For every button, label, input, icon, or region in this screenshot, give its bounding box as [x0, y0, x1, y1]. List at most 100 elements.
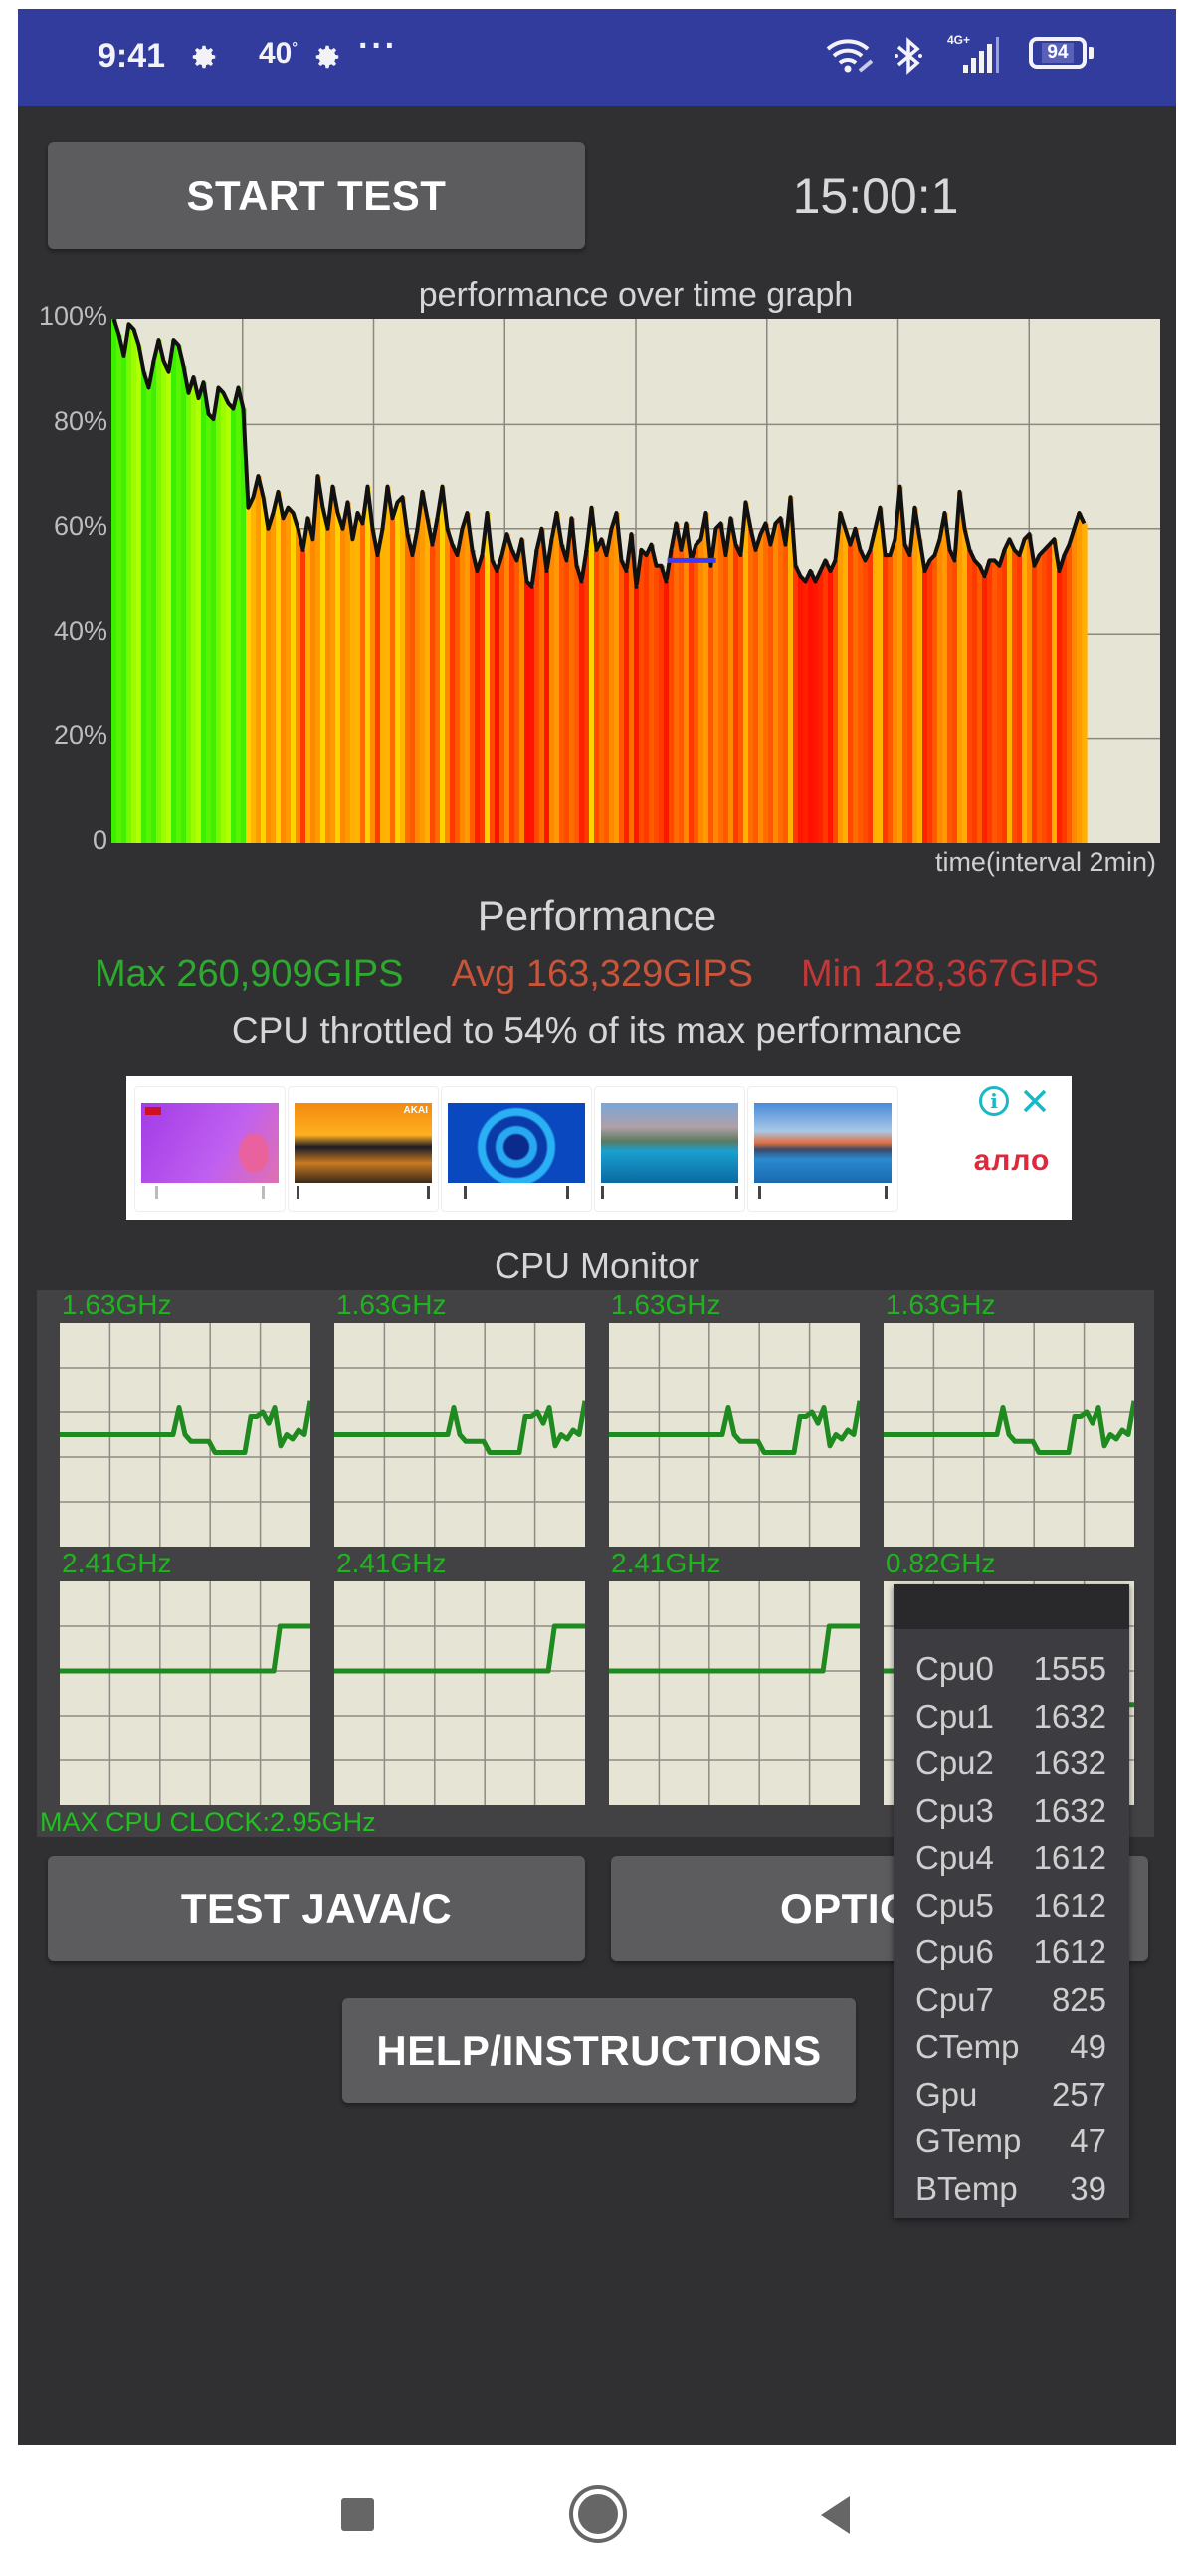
performance-bar — [201, 382, 207, 843]
performance-bar — [1027, 534, 1033, 843]
overlay-row-value: 1632 — [1033, 1791, 1106, 1829]
performance-bar — [962, 528, 968, 843]
performance-bar — [977, 565, 983, 843]
overlay-row-label: BTemp — [915, 2169, 1018, 2207]
performance-bar — [768, 544, 774, 843]
performance-bar — [967, 549, 973, 843]
overlay-row-value: 257 — [1051, 2075, 1106, 2113]
performance-bar — [808, 570, 814, 843]
core-frequency-line — [60, 1623, 310, 1674]
core-graph — [334, 1581, 585, 1805]
overlay-drag-handle[interactable] — [894, 1584, 1129, 1629]
graph-title: performance over time graph — [418, 276, 854, 314]
back-icon[interactable] — [821, 2496, 850, 2534]
performance-bar — [689, 560, 695, 843]
performance-bar — [863, 560, 869, 843]
performance-bar — [883, 555, 889, 843]
core-graph — [609, 1323, 860, 1547]
overlay-row-label: Cpu4 — [915, 1839, 994, 1876]
performance-bar — [629, 534, 635, 843]
performance-bar — [1042, 549, 1048, 843]
performance-heading: Performance — [477, 892, 717, 939]
close-icon[interactable] — [1022, 1088, 1048, 1114]
overlay-row-label: Cpu2 — [915, 1745, 994, 1781]
overlay-row-value: 1632 — [1033, 1697, 1106, 1735]
performance-bar — [858, 549, 864, 843]
performance-bar — [166, 371, 172, 843]
performance-bar — [445, 528, 451, 843]
performance-bar — [176, 345, 182, 843]
ad-product[interactable] — [747, 1086, 898, 1212]
avg-performance: Avg 163,329GIPS — [451, 953, 754, 995]
performance-bar — [470, 549, 476, 843]
overlay-row-label: Cpu5 — [915, 1886, 994, 1924]
performance-bar — [519, 539, 525, 843]
recents-icon[interactable] — [341, 2498, 374, 2531]
performance-bar — [942, 512, 948, 843]
performance-bar — [798, 576, 804, 843]
performance-bar — [335, 512, 341, 843]
overlay-row-value: 1632 — [1033, 1745, 1106, 1781]
help-instructions-button[interactable]: HELP/INSTRUCTIONS — [342, 1998, 856, 2103]
performance-bar — [425, 518, 431, 843]
performance-bar — [848, 544, 854, 843]
performance-bar — [579, 581, 585, 843]
ad-product[interactable] — [134, 1086, 286, 1212]
cpu-stats-overlay[interactable]: Cpu0 1555 Cpu1 1632 Cpu2 1632 Cpu3 1632 Cpu4 1612… — [894, 1584, 1129, 2218]
performance-bar — [141, 371, 147, 843]
test-java-c-button[interactable]: TEST JAVA/C — [48, 1856, 585, 1961]
ad-product[interactable] — [441, 1086, 592, 1212]
performance-bar — [206, 413, 212, 843]
performance-bar — [932, 555, 938, 843]
ad-product[interactable]: AKAI — [288, 1086, 439, 1212]
y-tick-label: 80% — [53, 406, 107, 436]
performance-bar — [684, 523, 690, 843]
core-frequency-label: 1.63GHz — [62, 1289, 172, 1320]
performance-bar — [997, 565, 1003, 843]
performance-bar — [345, 502, 351, 843]
performance-bar — [818, 570, 824, 843]
performance-stats: Max 260,909GIPS Avg 163,329GIPS Min 128,… — [18, 953, 1176, 996]
performance-bar — [161, 361, 167, 843]
performance-bar — [917, 539, 923, 843]
performance-bar — [907, 555, 913, 843]
performance-bar — [813, 581, 819, 843]
battery-level: 94 — [1042, 43, 1074, 63]
performance-bar — [460, 528, 466, 843]
performance-bar — [1037, 555, 1043, 843]
performance-bar — [723, 555, 729, 843]
performance-bar — [370, 528, 376, 843]
overlay-row: Cpu2 1632 — [915, 1745, 1106, 1782]
performance-bar — [300, 549, 306, 843]
overlay-row-value: 49 — [1070, 2028, 1106, 2065]
start-test-button[interactable]: START TEST — [48, 142, 585, 249]
performance-bar — [549, 539, 555, 843]
performance-bar — [937, 539, 943, 843]
info-icon[interactable]: i — [979, 1086, 1009, 1116]
bluetooth-icon — [895, 37, 922, 75]
core-graph — [334, 1323, 585, 1547]
ad-banner[interactable]: AKAI i алло — [126, 1076, 1072, 1220]
performance-bar — [679, 549, 685, 843]
tv-sunset-image: AKAI — [295, 1103, 432, 1183]
performance-bar — [922, 570, 928, 843]
performance-bar — [286, 507, 292, 843]
clock: 9:41 — [98, 37, 166, 75]
performance-bar — [773, 523, 779, 843]
performance-bar — [584, 549, 590, 843]
overlay-row: GTemp 47 — [915, 2122, 1106, 2160]
performance-bar — [569, 518, 575, 843]
performance-bar — [211, 419, 217, 843]
performance-bar — [1052, 539, 1058, 843]
performance-bar — [669, 549, 675, 843]
performance-bar — [957, 491, 963, 843]
overlay-row-label: Cpu3 — [915, 1791, 994, 1829]
performance-bar — [609, 528, 615, 843]
performance-bar — [624, 570, 630, 843]
performance-bar — [435, 518, 441, 843]
ad-product[interactable] — [594, 1086, 745, 1212]
performance-bar — [385, 486, 391, 843]
overlay-row: Cpu5 1612 — [915, 1887, 1106, 1925]
performance-bar — [490, 560, 496, 843]
home-icon[interactable] — [573, 2489, 623, 2539]
